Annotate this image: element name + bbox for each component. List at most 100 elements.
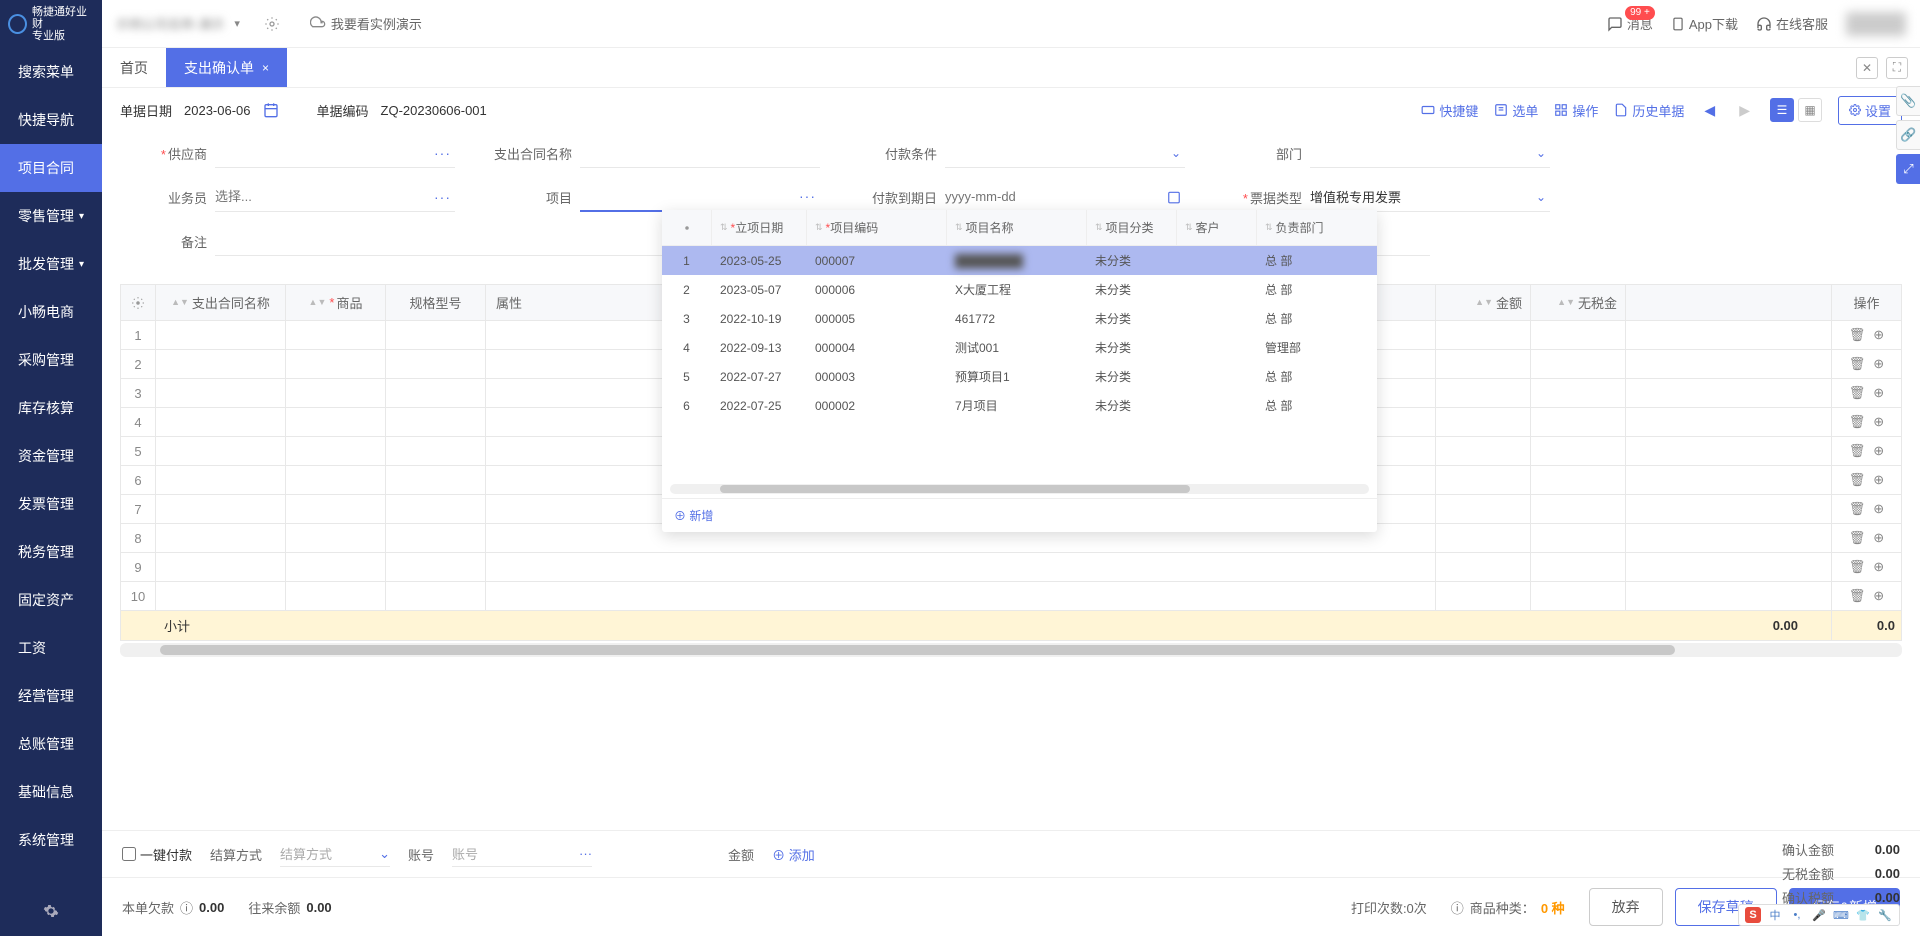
side-tab-pin-icon[interactable]: 📎	[1896, 86, 1920, 116]
copy-row-icon[interactable]: ⊕	[1873, 414, 1884, 430]
sidebar-item[interactable]: 基础信息	[0, 768, 102, 816]
project-input[interactable]: ···	[580, 182, 820, 212]
delete-row-icon[interactable]: 🗑	[1849, 530, 1866, 546]
delete-row-icon[interactable]: 🗑	[1849, 501, 1866, 517]
sidebar-item[interactable]: 系统管理	[0, 816, 102, 864]
col-amount[interactable]: ▲▼金额	[1436, 285, 1531, 320]
dd-col-code[interactable]: ⇅*项目编码	[807, 210, 947, 245]
sidebar-item[interactable]: 固定资产	[0, 576, 102, 624]
tab-expense-confirm[interactable]: 支出确认单 ×	[166, 48, 287, 87]
prev-bill-icon[interactable]: ◀	[1700, 102, 1719, 119]
copy-row-icon[interactable]: ⊕	[1873, 385, 1884, 401]
copy-row-icon[interactable]: ⊕	[1873, 501, 1884, 517]
user-avatar[interactable]	[1846, 12, 1906, 36]
demo-link[interactable]: 我要看实例演示	[310, 14, 422, 33]
dd-col-name[interactable]: ⇅项目名称	[947, 210, 1087, 245]
table-row[interactable]: 9	[121, 553, 1901, 582]
chevron-down-icon[interactable]: ⌄	[1536, 146, 1546, 160]
history-link[interactable]: 历史单据	[1614, 101, 1684, 120]
delete-row-icon[interactable]: 🗑	[1849, 327, 1866, 343]
chevron-down-icon[interactable]: ⌄	[379, 846, 390, 862]
copy-row-icon[interactable]: ⊕	[1873, 588, 1884, 604]
select-bill-link[interactable]: 选单	[1494, 101, 1538, 120]
discard-button[interactable]: 放弃	[1589, 888, 1663, 926]
col-contract-name[interactable]: ▲▼支出合同名称	[156, 285, 286, 320]
copy-row-icon[interactable]: ⊕	[1873, 559, 1884, 575]
delete-row-icon[interactable]: 🗑	[1849, 414, 1866, 430]
supplier-input[interactable]: ···	[215, 138, 455, 168]
sidebar-item[interactable]: 发票管理	[0, 480, 102, 528]
dd-col-customer[interactable]: ⇅客户	[1177, 210, 1257, 245]
dropdown-row[interactable]: 32022-10-19000005461772未分类总 部	[662, 304, 1377, 333]
dropdown-row[interactable]: 52022-07-27000003预算项目1未分类总 部	[662, 362, 1377, 391]
ime-tool-icon[interactable]: 🔧	[1877, 907, 1893, 923]
dd-col-date[interactable]: ⇅*立项日期	[712, 210, 807, 245]
dd-add-new-link[interactable]: ⊕ 新增	[674, 509, 713, 523]
sidebar-settings[interactable]	[0, 889, 102, 936]
sidebar-item[interactable]: 资金管理	[0, 432, 102, 480]
info-icon[interactable]: ⓘ	[180, 898, 193, 917]
sidebar-item[interactable]: 搜索菜单	[0, 48, 102, 96]
chevron-down-icon[interactable]: ⌄	[1536, 190, 1546, 204]
col-product[interactable]: ▲▼*商品	[286, 285, 386, 320]
one-key-pay-checkbox[interactable]: 一键付款	[122, 845, 192, 864]
sidebar-item[interactable]: 库存核算	[0, 384, 102, 432]
dropdown-row[interactable]: 42022-09-13000004测试001未分类管理部	[662, 333, 1377, 362]
copy-row-icon[interactable]: ⊕	[1873, 327, 1884, 343]
org-selector[interactable]: 示例公司名称-演示	[116, 14, 224, 33]
calendar-icon[interactable]	[263, 102, 279, 118]
app-download-link[interactable]: App下载	[1671, 14, 1738, 33]
copy-row-icon[interactable]: ⊕	[1873, 356, 1884, 372]
ime-shirt-icon[interactable]: 👕	[1855, 907, 1871, 923]
delete-row-icon[interactable]: 🗑	[1849, 559, 1866, 575]
dd-col-dept[interactable]: ⇅负责部门	[1257, 210, 1367, 245]
sidebar-item[interactable]: 采购管理	[0, 336, 102, 384]
sidebar-item[interactable]: 总账管理	[0, 720, 102, 768]
sidebar-item[interactable]: 工资	[0, 624, 102, 672]
dd-col-category[interactable]: ⇅项目分类	[1087, 210, 1177, 245]
sidebar-item[interactable]: 经营管理	[0, 672, 102, 720]
more-icon[interactable]: ···	[434, 145, 451, 161]
sidebar-item[interactable]: 批发管理▾	[0, 240, 102, 288]
dd-horizontal-scrollbar[interactable]	[670, 484, 1369, 494]
more-icon[interactable]: ···	[434, 189, 451, 205]
dropdown-row[interactable]: 22023-05-07000006X大厦工程未分类总 部	[662, 275, 1377, 304]
dropdown-row[interactable]: 12023-05-25000007████████未分类总 部	[662, 246, 1377, 275]
clerk-input[interactable]: ···	[215, 182, 455, 212]
sidebar-item[interactable]: 零售管理▾	[0, 192, 102, 240]
copy-row-icon[interactable]: ⊕	[1873, 530, 1884, 546]
delete-row-icon[interactable]: 🗑	[1849, 443, 1866, 459]
calendar-icon[interactable]	[1167, 190, 1181, 204]
ime-sogou-icon[interactable]: S	[1745, 907, 1761, 923]
view-card-icon[interactable]: ▦	[1798, 98, 1822, 122]
side-tab-expand-icon[interactable]: ⤢	[1896, 154, 1920, 184]
dropdown-row[interactable]: 62022-07-250000027月项目未分类总 部	[662, 391, 1377, 420]
sidebar-item[interactable]: 项目合同	[0, 144, 102, 192]
ime-keyboard-icon[interactable]: ⌨	[1833, 907, 1849, 923]
ime-punct-icon[interactable]: •,	[1789, 907, 1805, 923]
dd-gear-icon[interactable]	[662, 210, 712, 245]
grid-gear-icon[interactable]	[121, 285, 156, 320]
sidebar-item[interactable]: 小畅电商	[0, 288, 102, 336]
department-select[interactable]: ⌄	[1310, 138, 1550, 168]
sidebar-item[interactable]: 税务管理	[0, 528, 102, 576]
view-list-icon[interactable]: ☰	[1770, 98, 1794, 122]
delete-row-icon[interactable]: 🗑	[1849, 356, 1866, 372]
pay-terms-select[interactable]: ⌄	[945, 138, 1185, 168]
contract-name-input[interactable]	[580, 138, 820, 168]
delete-row-icon[interactable]: 🗑	[1849, 588, 1866, 604]
close-tab-icon[interactable]: ×	[262, 61, 269, 75]
settle-type-select[interactable]: 结算方式⌄	[280, 841, 390, 867]
more-icon[interactable]: ···	[799, 188, 816, 204]
settings-button[interactable]: 设置	[1838, 96, 1902, 125]
more-icon[interactable]: ···	[579, 846, 592, 861]
horizontal-scrollbar[interactable]	[120, 643, 1902, 657]
copy-row-icon[interactable]: ⊕	[1873, 472, 1884, 488]
account-input[interactable]: 账号···	[452, 841, 592, 867]
col-notax[interactable]: ▲▼无税金	[1531, 285, 1626, 320]
org-settings-icon[interactable]	[264, 16, 280, 32]
shortcut-link[interactable]: 快捷键	[1421, 101, 1478, 120]
ime-mic-icon[interactable]: 🎤	[1811, 907, 1827, 923]
tab-home[interactable]: 首页	[102, 48, 166, 87]
invoice-type-select[interactable]: 增值税专用发票⌄	[1310, 182, 1550, 212]
